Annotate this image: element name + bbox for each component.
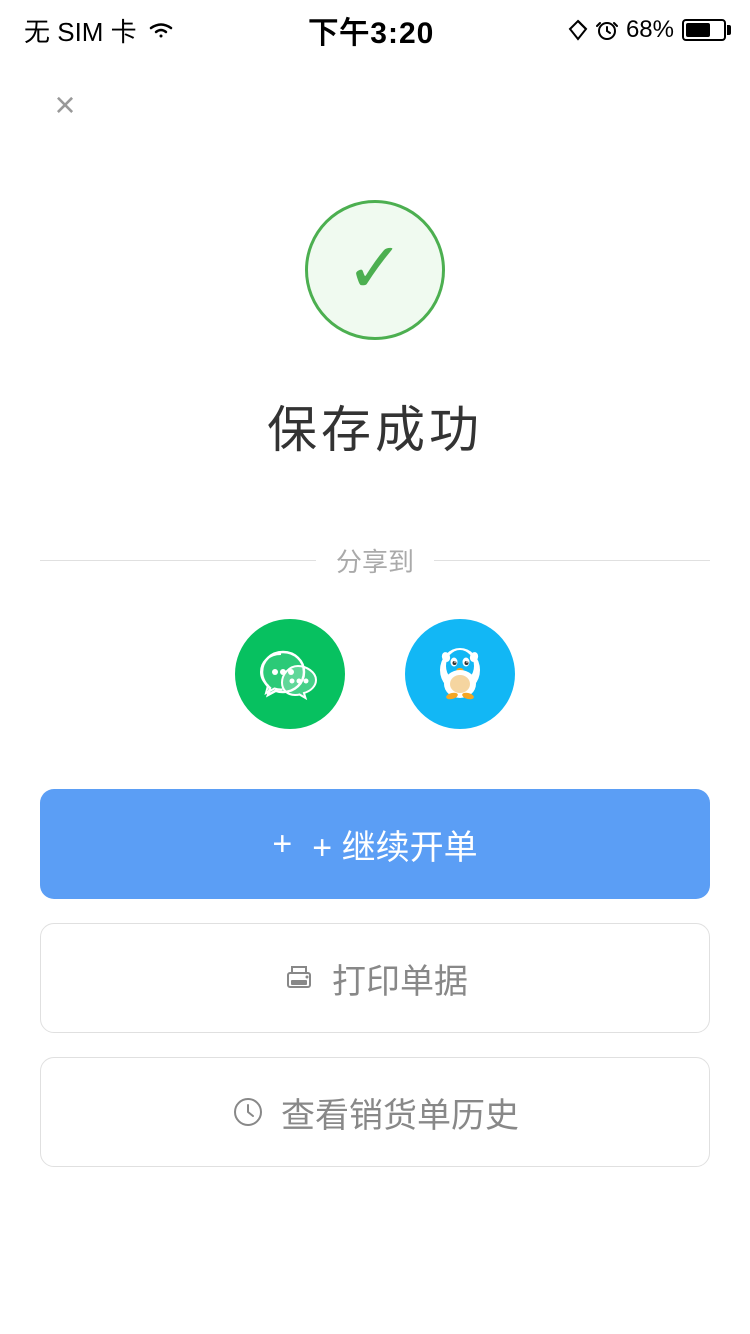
status-indicators: 68%: [568, 16, 726, 44]
continue-label: + 继续开单: [312, 820, 477, 869]
history-label: 查看销货单历史: [281, 1088, 519, 1137]
wifi-icon: [147, 20, 175, 40]
success-section: ✓ 保存成功: [40, 160, 710, 522]
share-divider: 分享到: [40, 542, 710, 579]
continue-button[interactable]: + + 继续开单: [40, 789, 710, 899]
history-button[interactable]: 查看销货单历史: [40, 1057, 710, 1167]
divider-right: [434, 560, 710, 561]
success-circle: ✓: [305, 200, 445, 340]
wechat-icon: [259, 646, 321, 702]
history-icon: [231, 1095, 265, 1129]
close-button[interactable]: ×: [40, 80, 90, 130]
wechat-share-button[interactable]: [235, 619, 345, 729]
qq-icon: [429, 640, 491, 708]
qq-share-button[interactable]: [405, 619, 515, 729]
battery-percent: 68%: [626, 16, 674, 44]
main-content: × ✓ 保存成功 分享到: [0, 60, 750, 1334]
print-label: 打印单据: [332, 954, 468, 1003]
status-bar: 无 SIM 卡 下午3:20 68%: [0, 0, 750, 60]
divider-left: [40, 560, 316, 561]
close-icon: ×: [54, 87, 75, 123]
print-icon: [282, 961, 316, 995]
battery-icon: [682, 19, 726, 41]
status-time: 下午3:20: [308, 8, 434, 52]
alarm-icon: [596, 19, 618, 41]
checkmark-icon: ✓: [346, 233, 405, 303]
share-icons: [40, 619, 710, 729]
print-button[interactable]: 打印单据: [40, 923, 710, 1033]
carrier-text: 无 SIM 卡: [24, 12, 137, 49]
share-label: 分享到: [336, 542, 414, 579]
action-buttons: + + 继续开单 打印单据 查看销货单历史: [40, 789, 710, 1167]
success-title: 保存成功: [267, 390, 483, 462]
plus-icon: +: [272, 825, 292, 864]
location-icon: [568, 19, 588, 41]
status-carrier: 无 SIM 卡: [24, 12, 175, 49]
